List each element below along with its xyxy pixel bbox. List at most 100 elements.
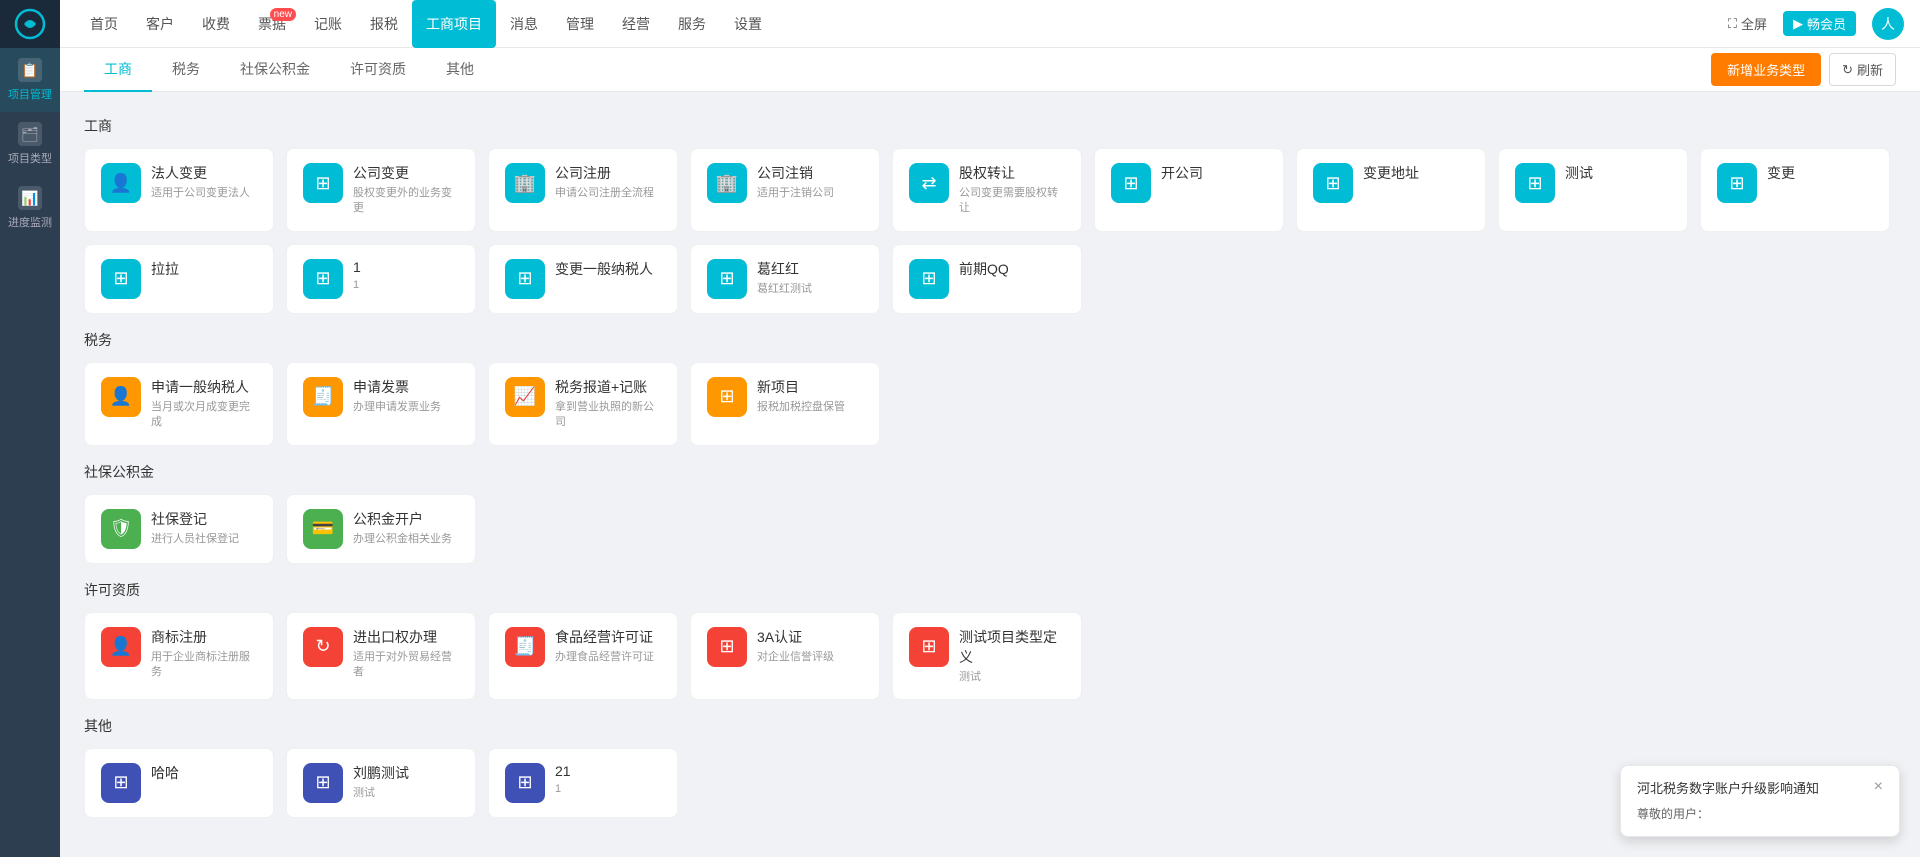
- nav-operation[interactable]: 经营: [608, 0, 664, 48]
- card-new-project[interactable]: ⊞ 新项目 报税加税控盘保管: [690, 362, 880, 446]
- tax-report-desc: 拿到营业执照的新公司: [555, 400, 661, 431]
- haha-title: 哈哈: [151, 763, 257, 783]
- topnav-right: ⛶ 全屏 ▶ 畅会员 人: [1728, 8, 1904, 40]
- social-register-desc: 进行人员社保登记: [151, 532, 257, 547]
- card-legal-change[interactable]: 👤 法人变更 适用于公司变更法人: [84, 148, 274, 232]
- nav-tax[interactable]: 报税: [356, 0, 412, 48]
- num21-icon: ⊞: [505, 763, 545, 803]
- test-type-def-desc: 测试: [959, 670, 1065, 685]
- tax-report-icon: 📈: [505, 377, 545, 417]
- content-area: 工商 👤 法人变更 适用于公司变更法人 ⊞ 公司变更 股权变更外的业务变更: [60, 92, 1920, 850]
- company-register-desc: 申请公司注册全流程: [555, 186, 661, 201]
- change1-icon: ⊞: [1717, 163, 1757, 203]
- card-tax-report[interactable]: 📈 税务报道+记账 拿到营业执照的新公司: [488, 362, 678, 446]
- card-change-taxpayer[interactable]: ⊞ 变更一般纳税人: [488, 244, 678, 314]
- fund-open-desc: 办理公积金相关业务: [353, 532, 459, 547]
- card-front-qq[interactable]: ⊞ 前期QQ: [892, 244, 1082, 314]
- refresh-button[interactable]: ↻ 刷新: [1829, 53, 1896, 86]
- apply-taxpayer-icon: 👤: [101, 377, 141, 417]
- project-mgmt-icon: 📋: [18, 58, 42, 82]
- card-company-register[interactable]: 🏢 公司注册 申请公司注册全流程: [488, 148, 678, 232]
- trademark-title: 商标注册: [151, 627, 257, 647]
- card-test1[interactable]: ⊞ 测试: [1498, 148, 1688, 232]
- card-social-register[interactable]: 🛡 社保登记 进行人员社保登记: [84, 494, 274, 564]
- card-food-license[interactable]: 🧾 食品经营许可证 办理食品经营许可证: [488, 612, 678, 700]
- industry-cards-grid: 👤 法人变更 适用于公司变更法人 ⊞ 公司变更 股权变更外的业务变更 🏢: [84, 148, 1896, 314]
- card-3a-cert[interactable]: ⊞ 3A认证 对企业信誉评级: [690, 612, 880, 700]
- front-qq-icon: ⊞: [909, 259, 949, 299]
- nav-settings[interactable]: 设置: [720, 0, 776, 48]
- company-cancel-title: 公司注销: [757, 163, 863, 183]
- notification-close-button[interactable]: ×: [1874, 778, 1883, 796]
- import-export-title: 进出口权办理: [353, 627, 459, 647]
- add-business-type-button[interactable]: 新增业务类型: [1711, 53, 1821, 86]
- notification-popup: 河北税务数字账户升级影响通知 × 尊敬的用户：: [1620, 765, 1900, 837]
- equity-transfer-title: 股权转让: [959, 163, 1065, 183]
- tab-other[interactable]: 其他: [426, 48, 494, 92]
- card-test-type-def[interactable]: ⊞ 测试项目类型定义 测试: [892, 612, 1082, 700]
- social-section-title: 社保公积金: [84, 462, 1896, 482]
- guhonghong-desc: 葛红红测试: [757, 282, 863, 297]
- company-register-title: 公司注册: [555, 163, 661, 183]
- sidebar: 📋 项目管理 🗂 项目类型 📊 进度监测: [0, 0, 60, 857]
- company-change-icon: ⊞: [303, 163, 343, 203]
- num1-title: 1: [353, 259, 459, 275]
- nav-ticket[interactable]: 票据 new: [244, 0, 300, 48]
- card-company-change[interactable]: ⊞ 公司变更 股权变更外的业务变更: [286, 148, 476, 232]
- new-project-icon: ⊞: [707, 377, 747, 417]
- card-company-cancel[interactable]: 🏢 公司注销 适用于注销公司: [690, 148, 880, 232]
- nav-customer[interactable]: 客户: [132, 0, 188, 48]
- tax-report-title: 税务报道+记账: [555, 377, 661, 397]
- change-taxpayer-title: 变更一般纳税人: [555, 259, 661, 279]
- tab-social[interactable]: 社保公积金: [220, 48, 330, 92]
- card-open-company[interactable]: ⊞ 开公司: [1094, 148, 1284, 232]
- sidebar-item-progress-monitor[interactable]: 📊 进度监测: [0, 176, 60, 240]
- apply-invoice-desc: 办理申请发票业务: [353, 400, 459, 415]
- liupeng-test-icon: ⊞: [303, 763, 343, 803]
- notification-body: 尊敬的用户：: [1637, 805, 1883, 824]
- member-btn[interactable]: ▶ 畅会员: [1783, 11, 1856, 36]
- project-type-icon: 🗂: [18, 122, 42, 146]
- user-avatar[interactable]: 人: [1872, 8, 1904, 40]
- nav-message[interactable]: 消息: [496, 0, 552, 48]
- card-import-export[interactable]: ↻ 进出口权办理 适用于对外贸易经营者: [286, 612, 476, 700]
- card-trademark[interactable]: 👤 商标注册 用于企业商标注册服务: [84, 612, 274, 700]
- card-apply-taxpayer[interactable]: 👤 申请一般纳税人 当月或次月成变更完成: [84, 362, 274, 446]
- card-haha[interactable]: ⊞ 哈哈: [84, 748, 274, 818]
- card-liupeng-test[interactable]: ⊞ 刘鹏测试 测试: [286, 748, 476, 818]
- card-guhonghong[interactable]: ⊞ 葛红红 葛红红测试: [690, 244, 880, 314]
- card-fund-open[interactable]: 💳 公积金开户 办理公积金相关业务: [286, 494, 476, 564]
- card-change-address[interactable]: ⊞ 变更地址: [1296, 148, 1486, 232]
- card-num21[interactable]: ⊞ 21 1: [488, 748, 678, 818]
- trademark-icon: 👤: [101, 627, 141, 667]
- sidebar-item-project-mgmt[interactable]: 📋 项目管理: [0, 48, 60, 112]
- tab-industry[interactable]: 工商: [84, 48, 152, 92]
- nav-service[interactable]: 服务: [664, 0, 720, 48]
- card-num1[interactable]: ⊞ 1 1: [286, 244, 476, 314]
- top-nav: 首页 客户 收费 票据 new 记账 报税 工商项目 消息 管理 经营 服务 设…: [60, 0, 1920, 48]
- apply-taxpayer-desc: 当月或次月成变更完成: [151, 400, 257, 431]
- card-change1[interactable]: ⊞ 变更: [1700, 148, 1890, 232]
- member-icon: ▶: [1793, 16, 1803, 32]
- fullscreen-btn[interactable]: ⛶ 全屏: [1728, 14, 1767, 33]
- tab-license[interactable]: 许可资质: [330, 48, 426, 92]
- nav-manage[interactable]: 管理: [552, 0, 608, 48]
- card-equity-transfer[interactable]: ⇄ 股权转让 公司变更需要股权转让: [892, 148, 1082, 232]
- fullscreen-icon: ⛶: [1728, 16, 1737, 32]
- tab-tax[interactable]: 税务: [152, 48, 220, 92]
- card-apply-invoice[interactable]: 🧾 申请发票 办理申请发票业务: [286, 362, 476, 446]
- guhonghong-title: 葛红红: [757, 259, 863, 279]
- nav-accounting[interactable]: 记账: [300, 0, 356, 48]
- card-lala[interactable]: ⊞ 拉拉: [84, 244, 274, 314]
- nav-billing[interactable]: 收费: [188, 0, 244, 48]
- test1-icon: ⊞: [1515, 163, 1555, 203]
- industry-section: 工商 👤 法人变更 适用于公司变更法人 ⊞ 公司变更 股权变更外的业务变更: [84, 116, 1896, 314]
- industry-section-title: 工商: [84, 116, 1896, 136]
- sidebar-item-project-type[interactable]: 🗂 项目类型: [0, 112, 60, 176]
- lala-title: 拉拉: [151, 259, 257, 279]
- nav-home[interactable]: 首页: [76, 0, 132, 48]
- liupeng-test-title: 刘鹏测试: [353, 763, 459, 783]
- nav-industry[interactable]: 工商项目: [412, 0, 496, 48]
- fund-open-title: 公积金开户: [353, 509, 459, 529]
- new-project-desc: 报税加税控盘保管: [757, 400, 863, 415]
